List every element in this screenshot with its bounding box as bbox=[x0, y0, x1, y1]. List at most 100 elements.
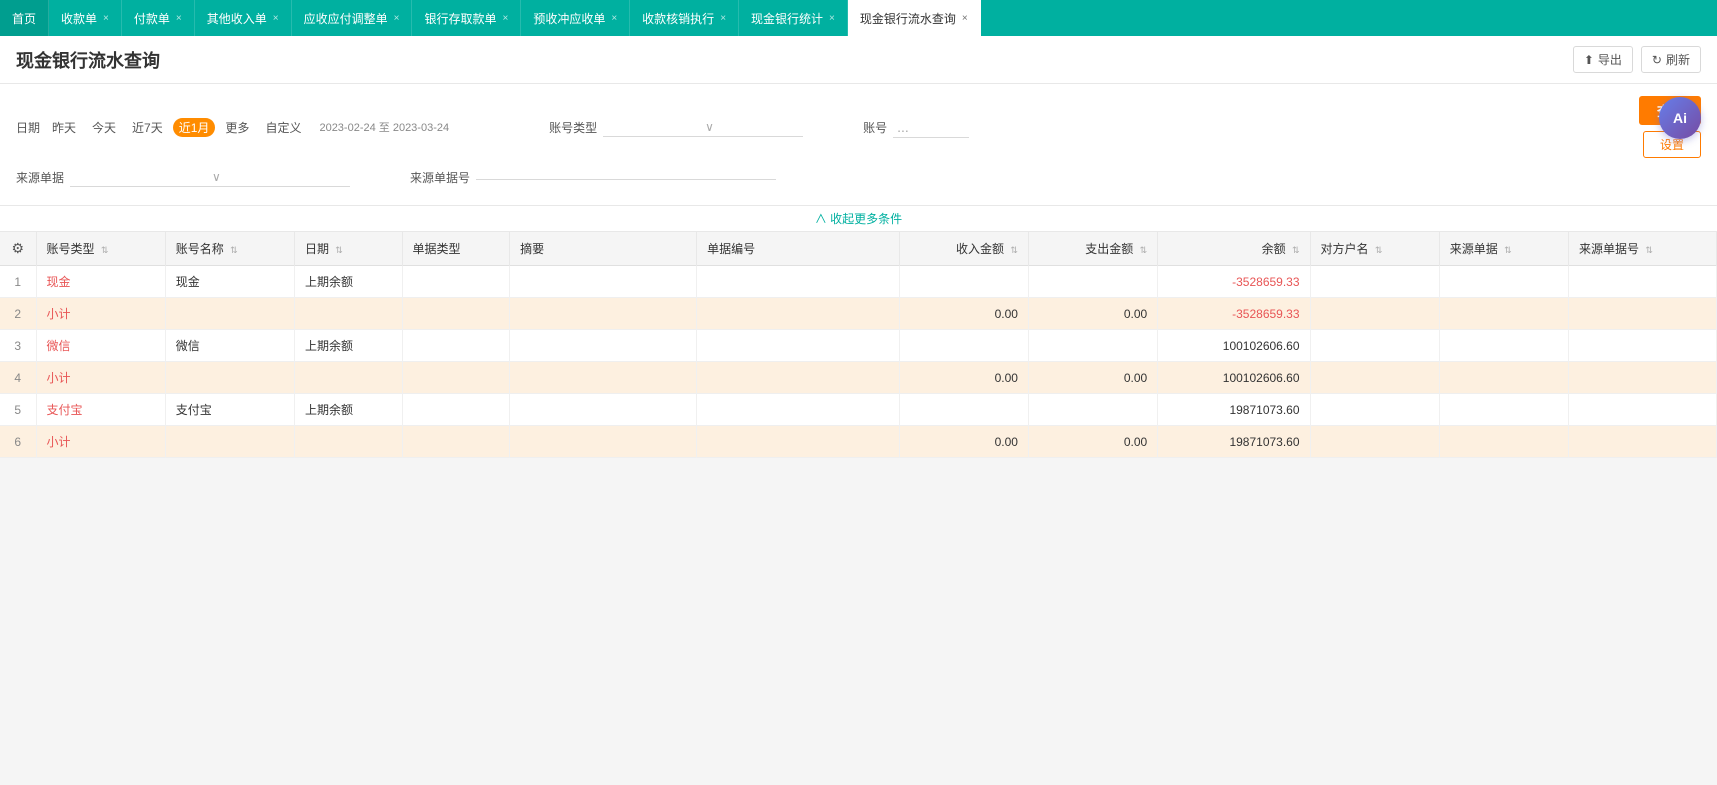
nav-tab-liushui-active[interactable]: 现金银行流水查询 × bbox=[848, 0, 981, 36]
th-balance: 余额 ⇅ bbox=[1158, 232, 1310, 266]
close-icon[interactable]: × bbox=[720, 13, 726, 24]
source-doc-num-input[interactable] bbox=[476, 175, 776, 180]
col-account-type-label: 账号类型 bbox=[47, 242, 95, 256]
top-navigation: 首页 收款单 × 付款单 × 其他收入单 × 应收应付调整单 × 银行存取款单 … bbox=[0, 0, 1717, 36]
col-date-label: 日期 bbox=[305, 242, 329, 256]
doc-no-cell bbox=[697, 426, 900, 458]
source-doc-cell bbox=[1439, 298, 1568, 330]
close-icon[interactable]: × bbox=[394, 13, 400, 24]
account-type-select[interactable]: ∨ bbox=[603, 118, 803, 137]
source-doc-no-cell bbox=[1568, 362, 1716, 394]
table-row: 5 支付宝 支付宝 上期余额 19871073.60 bbox=[0, 394, 1717, 426]
nav-tab-fukuan[interactable]: 付款单 × bbox=[122, 0, 195, 36]
date-btn-more[interactable]: 更多 bbox=[219, 118, 255, 137]
income-cell: 0.00 bbox=[899, 426, 1028, 458]
sort-icon[interactable]: ⇅ bbox=[101, 245, 109, 255]
income-cell bbox=[899, 394, 1028, 426]
table-row: 1 现金 现金 上期余额 -3528659.33 bbox=[0, 266, 1717, 298]
nav-tab-shoukuanhexiao[interactable]: 收款核销执行 × bbox=[630, 0, 739, 36]
account-name-cell bbox=[165, 362, 294, 394]
nav-tab-qitashouru[interactable]: 其他收入单 × bbox=[195, 0, 292, 36]
close-icon[interactable]: × bbox=[273, 13, 279, 24]
account-type-cell: 小计 bbox=[36, 362, 165, 394]
account-type-label: 账号类型 bbox=[549, 119, 597, 136]
expense-cell bbox=[1028, 330, 1157, 362]
collapse-bar[interactable]: ∧ 收起更多条件 bbox=[0, 206, 1717, 232]
date-filter-group: 日期 昨天 今天 近7天 近1月 更多 自定义 2023-02-24 至 202… bbox=[16, 118, 449, 137]
doc-type-cell bbox=[402, 394, 510, 426]
source-doc-select[interactable]: ∨ bbox=[70, 168, 350, 187]
doc-type-cell bbox=[402, 266, 510, 298]
close-icon[interactable]: × bbox=[962, 13, 968, 24]
date-btn-1month[interactable]: 近1月 bbox=[173, 118, 216, 137]
account-type-cell: 支付宝 bbox=[36, 394, 165, 426]
filter-area: 日期 昨天 今天 近7天 近1月 更多 自定义 2023-02-24 至 202… bbox=[0, 84, 1717, 206]
source-doc-no-cell bbox=[1568, 330, 1716, 362]
th-doc-no: 单据编号 bbox=[697, 232, 900, 266]
balance-cell: 100102606.60 bbox=[1158, 362, 1310, 394]
th-gear: ⚙ bbox=[0, 232, 36, 266]
source-doc-cell bbox=[1439, 362, 1568, 394]
counterpart-cell bbox=[1310, 426, 1439, 458]
sort-icon[interactable]: ⇅ bbox=[1375, 245, 1383, 255]
close-icon[interactable]: × bbox=[176, 13, 182, 24]
col-source-doc-label: 来源单据 bbox=[1450, 242, 1498, 256]
balance-cell: 100102606.60 bbox=[1158, 330, 1310, 362]
refresh-button[interactable]: ↻ 刷新 bbox=[1641, 46, 1701, 73]
doc-no-cell bbox=[697, 298, 900, 330]
sort-icon[interactable]: ⇅ bbox=[1292, 245, 1300, 255]
doc-no-cell bbox=[697, 266, 900, 298]
nav-tab-shoukuan[interactable]: 收款单 × bbox=[49, 0, 122, 36]
account-type-cell: 微信 bbox=[36, 330, 165, 362]
th-counterpart: 对方户名 ⇅ bbox=[1310, 232, 1439, 266]
date-btn-today[interactable]: 今天 bbox=[86, 118, 122, 137]
account-more-dots[interactable]: ... bbox=[893, 117, 969, 138]
source-doc-label: 来源单据 bbox=[16, 169, 64, 186]
nav-tab-xianjintongji[interactable]: 现金银行统计 × bbox=[739, 0, 848, 36]
sort-icon[interactable]: ⇅ bbox=[1010, 245, 1018, 255]
date-shortcuts: 昨天 今天 近7天 近1月 更多 自定义 bbox=[46, 118, 307, 137]
date-btn-yesterday[interactable]: 昨天 bbox=[46, 118, 82, 137]
sort-icon[interactable]: ⇅ bbox=[1645, 245, 1653, 255]
nav-tab-yushouchong[interactable]: 预收冲应收单 × bbox=[521, 0, 630, 36]
gear-settings-icon[interactable]: ⚙ bbox=[11, 240, 24, 257]
close-icon[interactable]: × bbox=[829, 13, 835, 24]
sort-icon[interactable]: ⇅ bbox=[1140, 245, 1148, 255]
expense-cell: 0.00 bbox=[1028, 298, 1157, 330]
date-cell: 上期余额 bbox=[294, 394, 402, 426]
doc-no-cell bbox=[697, 394, 900, 426]
row-num-cell: 6 bbox=[0, 426, 36, 458]
col-expense-label: 支出金额 bbox=[1085, 242, 1133, 256]
balance-cell: 19871073.60 bbox=[1158, 426, 1310, 458]
income-cell bbox=[899, 266, 1028, 298]
sort-icon[interactable]: ⇅ bbox=[1504, 245, 1512, 255]
export-button[interactable]: ⬆ 导出 bbox=[1573, 46, 1633, 73]
account-name-cell: 微信 bbox=[165, 330, 294, 362]
source-doc-num-label: 来源单据号 bbox=[410, 169, 470, 186]
account-type-cell: 小计 bbox=[36, 426, 165, 458]
col-counterpart-label: 对方户名 bbox=[1321, 242, 1369, 256]
close-icon[interactable]: × bbox=[103, 13, 109, 24]
counterpart-cell bbox=[1310, 362, 1439, 394]
close-icon[interactable]: × bbox=[611, 13, 617, 24]
summary-cell bbox=[510, 266, 697, 298]
nav-tab-yinhangcuqu[interactable]: 银行存取款单 × bbox=[412, 0, 521, 36]
counterpart-cell bbox=[1310, 330, 1439, 362]
ai-badge[interactable]: Ai bbox=[1659, 97, 1701, 139]
th-summary: 摘要 bbox=[510, 232, 697, 266]
balance-cell: -3528659.33 bbox=[1158, 298, 1310, 330]
expense-cell: 0.00 bbox=[1028, 426, 1157, 458]
source-doc-filter-group: 来源单据 ∨ bbox=[16, 168, 350, 187]
doc-type-cell bbox=[402, 330, 510, 362]
expense-cell: 0.00 bbox=[1028, 362, 1157, 394]
date-btn-custom[interactable]: 自定义 bbox=[259, 118, 307, 137]
col-account-name-label: 账号名称 bbox=[176, 242, 224, 256]
nav-tab-yingshoutiaozheng[interactable]: 应收应付调整单 × bbox=[292, 0, 413, 36]
sort-icon[interactable]: ⇅ bbox=[230, 245, 238, 255]
nav-home[interactable]: 首页 bbox=[0, 0, 49, 36]
date-btn-7days[interactable]: 近7天 bbox=[126, 118, 169, 137]
expense-cell bbox=[1028, 394, 1157, 426]
close-icon[interactable]: × bbox=[502, 13, 508, 24]
sort-icon[interactable]: ⇅ bbox=[335, 245, 343, 255]
th-date: 日期 ⇅ bbox=[294, 232, 402, 266]
